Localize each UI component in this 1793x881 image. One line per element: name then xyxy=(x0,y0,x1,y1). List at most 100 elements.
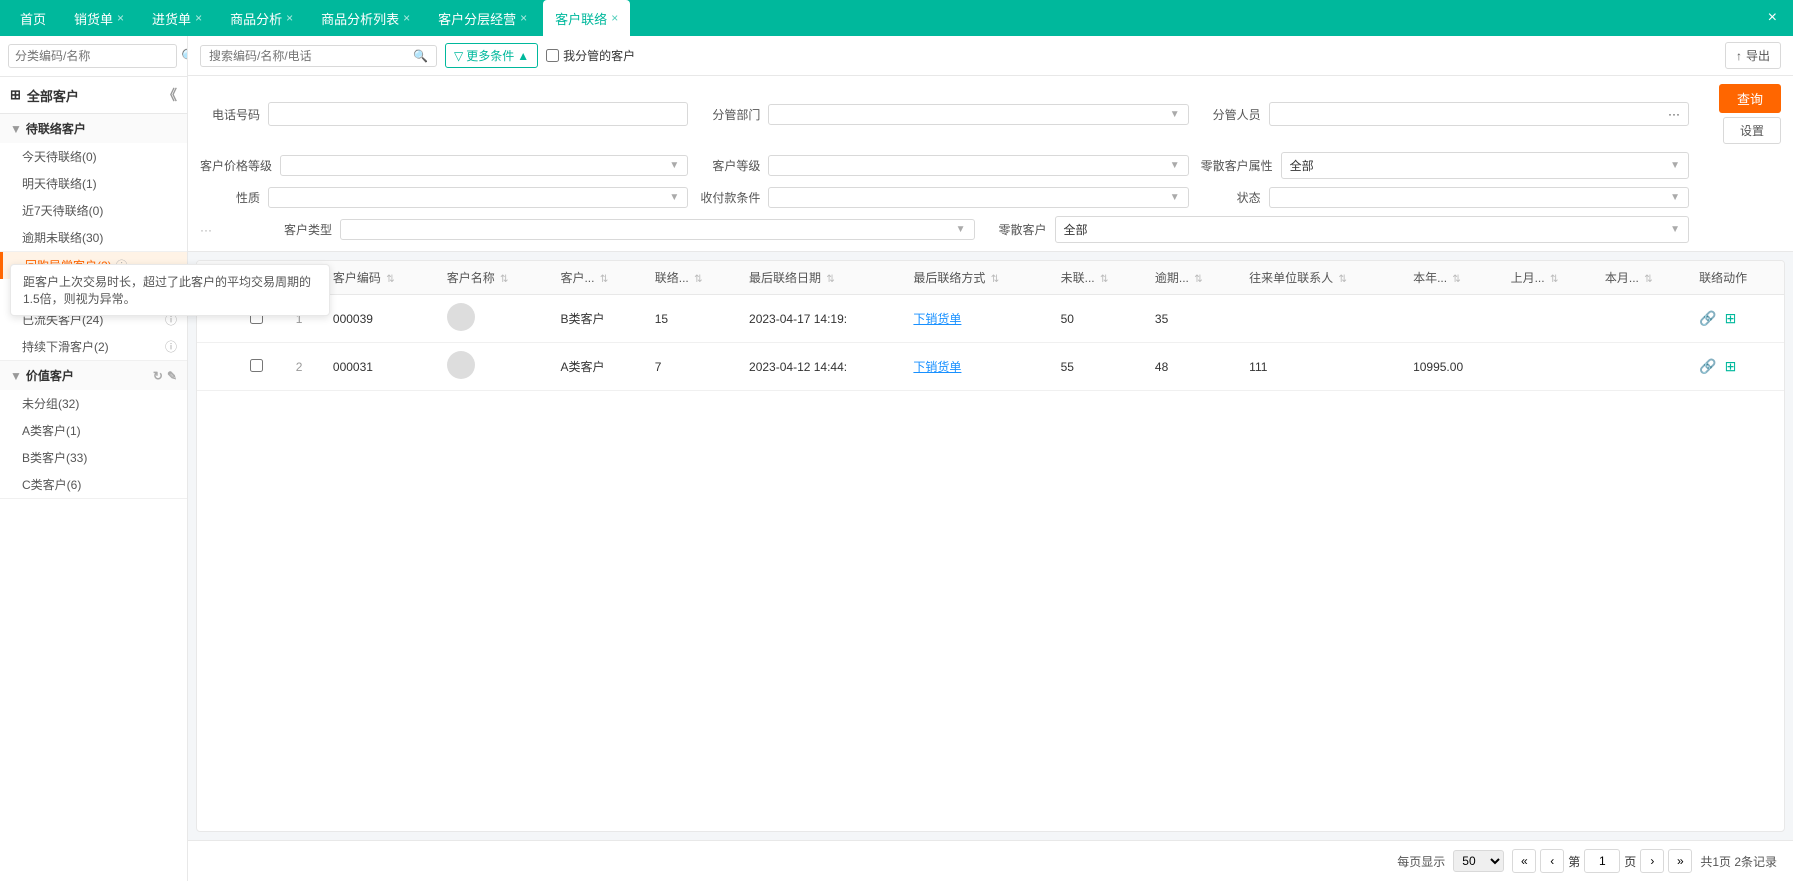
close-customer-segment[interactable]: × xyxy=(520,11,527,25)
last-date-sort-icon[interactable]: ⇅ xyxy=(826,274,834,285)
value-customer-group-header[interactable]: ▼ 价值客户 ↻ ✎ xyxy=(0,361,187,390)
collapse-sidebar-button[interactable]: 《 xyxy=(163,85,177,105)
arrow-down-icon-2: ▼ xyxy=(10,369,22,383)
price-level-select[interactable]: ▼ xyxy=(280,155,688,176)
no-contact-sort-icon[interactable]: ⇅ xyxy=(1100,274,1108,285)
refresh-icon[interactable]: ↻ xyxy=(153,369,163,383)
sidebar-item-overdue[interactable]: 逾期未联络(30) xyxy=(0,224,187,251)
sidebar-item-unclassified[interactable]: 未分组(32) xyxy=(0,390,187,417)
manager-select[interactable]: ··· xyxy=(1269,102,1689,126)
name-col-header[interactable]: 客户名称 ⇅ xyxy=(437,261,551,295)
sidebar-item-7days[interactable]: 近7天待联络(0) xyxy=(0,197,187,224)
last-month-col-header[interactable]: 上月... ⇅ xyxy=(1501,261,1595,295)
info-icon-4: ⓘ xyxy=(165,338,177,355)
pending-contact-group-header[interactable]: ▼ 待联络客户 xyxy=(0,114,187,143)
sidebar-item-today[interactable]: 今天待联络(0) xyxy=(0,143,187,170)
unit-contact-sort-icon[interactable]: ⇅ xyxy=(1339,274,1347,285)
filter-row-3: 性质 ▼ 收付款条件 ▼ xyxy=(200,187,1781,208)
first-page-button[interactable]: « xyxy=(1512,849,1536,873)
payment-select[interactable]: ▼ xyxy=(768,187,1188,208)
price-level-label: 客户价格等级 xyxy=(200,157,272,174)
sidebar-item-class-c[interactable]: C类客户(6) xyxy=(0,471,187,498)
row-checkbox[interactable] xyxy=(250,359,263,372)
prev-page-button[interactable]: ‹ xyxy=(1540,849,1564,873)
search-icon-main[interactable]: 🔍 xyxy=(413,49,428,63)
status-select[interactable]: ▼ xyxy=(1269,187,1689,208)
phone-input[interactable] xyxy=(268,102,688,126)
sidebar-item-tomorrow[interactable]: 明天待联络(1) xyxy=(0,170,187,197)
last-date-col-header[interactable]: 最后联络日期 ⇅ xyxy=(739,261,903,295)
code-sort-icon[interactable]: ⇅ xyxy=(386,274,394,285)
last-method-link[interactable]: 下销货单 xyxy=(913,360,961,374)
type-col-header[interactable]: 客户... ⇅ xyxy=(550,261,644,295)
dept-select[interactable]: ▼ xyxy=(768,104,1188,125)
row-name xyxy=(437,295,551,343)
sidebar-search-input[interactable] xyxy=(8,44,177,68)
no-contact-col-header[interactable]: 未联... ⇅ xyxy=(1051,261,1145,295)
overdue-col-header[interactable]: 逾期... ⇅ xyxy=(1145,261,1239,295)
last-method-sort-icon[interactable]: ⇅ xyxy=(991,274,999,285)
type-sort-icon[interactable]: ⇅ xyxy=(600,274,608,285)
page-size-select[interactable]: 50 10 20 100 xyxy=(1453,850,1504,872)
overdue-sort-icon[interactable]: ⇅ xyxy=(1194,274,1202,285)
nature-select[interactable]: ▼ xyxy=(268,187,688,208)
all-customers-label: 全部客户 xyxy=(27,86,79,105)
last-month-sort-icon[interactable]: ⇅ xyxy=(1550,274,1558,285)
sidebar-item-class-b[interactable]: B类客户(33) xyxy=(0,444,187,471)
close-product-analysis-list[interactable]: × xyxy=(403,11,410,25)
this-year-sort-icon[interactable]: ⇅ xyxy=(1452,274,1460,285)
this-month-col-header[interactable]: 本月... ⇅ xyxy=(1595,261,1689,295)
retail-customer-select[interactable]: 全部 ▼ xyxy=(1055,216,1690,243)
retail-attr-select[interactable]: 全部 ▼ xyxy=(1281,152,1689,179)
close-purchase-order[interactable]: × xyxy=(195,11,202,25)
code-col-header[interactable]: 客户编码 ⇅ xyxy=(323,261,437,295)
action-link-icon[interactable]: 🔗 xyxy=(1699,310,1716,327)
last-page-button[interactable]: » xyxy=(1668,849,1692,873)
action-grid-icon[interactable]: ⊞ xyxy=(1725,358,1737,375)
nav-product-analysis-list[interactable]: 商品分析列表 × xyxy=(309,0,422,36)
action-grid-icon[interactable]: ⊞ xyxy=(1725,310,1737,327)
this-month-sort-icon[interactable]: ⇅ xyxy=(1644,274,1652,285)
nature-arrow-icon: ▼ xyxy=(669,192,679,203)
customer-type-label: 客户类型 xyxy=(272,221,332,238)
sidebar-item-declining[interactable]: 持续下滑客户(2) ⓘ xyxy=(0,333,187,360)
edit-icon[interactable]: ✎ xyxy=(167,369,177,383)
query-button[interactable]: 查询 xyxy=(1719,84,1781,113)
this-year-col-header[interactable]: 本年... ⇅ xyxy=(1403,261,1501,295)
customer-level-select[interactable]: ▼ xyxy=(768,155,1188,176)
data-table-area: ⚙ 客户编码 ⇅ 客户名称 ⇅ 客户... ⇅ 联络... ⇅ 最后联络日期 ⇅… xyxy=(196,260,1785,832)
nav-customer-segment[interactable]: 客户分层经营 × xyxy=(426,0,539,36)
customer-type-select[interactable]: ▼ xyxy=(340,219,975,240)
nav-purchase-order[interactable]: 进货单 × xyxy=(140,0,214,36)
my-customers-checkbox[interactable] xyxy=(546,49,559,62)
close-all-button[interactable]: × xyxy=(1760,9,1785,27)
contact-sort-icon[interactable]: ⇅ xyxy=(694,274,702,285)
nav-sales-order[interactable]: 销货单 × xyxy=(62,0,136,36)
action-link-icon[interactable]: 🔗 xyxy=(1699,358,1716,375)
close-product-analysis[interactable]: × xyxy=(286,11,293,25)
last-method-col-header[interactable]: 最后联络方式 ⇅ xyxy=(903,261,1050,295)
next-page-button[interactable]: › xyxy=(1640,849,1664,873)
sidebar-item-class-a[interactable]: A类客户(1) xyxy=(0,417,187,444)
nav-product-analysis[interactable]: 商品分析 × xyxy=(218,0,305,36)
filter-row-2: 客户价格等级 ▼ 客户等级 ▼ xyxy=(200,152,1781,179)
more-conditions-button[interactable]: ▽ 更多条件 ▲ xyxy=(445,43,538,68)
sidebar-search-icon[interactable]: 🔍 xyxy=(181,48,188,65)
contact-col-header[interactable]: 联络... ⇅ xyxy=(645,261,739,295)
unit-contact-col-header[interactable]: 往来单位联系人 ⇅ xyxy=(1239,261,1403,295)
row-name xyxy=(437,343,551,391)
filter-retail-attr: 零散客户属性 全部 ▼ xyxy=(1201,152,1689,179)
close-sales-order[interactable]: × xyxy=(117,11,124,25)
page-input[interactable] xyxy=(1584,849,1620,873)
last-method-link[interactable]: 下销货单 xyxy=(913,312,961,326)
close-customer-contact[interactable]: × xyxy=(611,11,618,25)
nav-customer-contact[interactable]: 客户联络 × xyxy=(543,0,630,36)
nav-home[interactable]: 首页 xyxy=(8,0,58,36)
row-unit-contact xyxy=(1239,295,1403,343)
settings-button[interactable]: 设置 xyxy=(1723,117,1781,144)
export-button[interactable]: ↑ 导出 xyxy=(1725,42,1781,69)
search-input[interactable] xyxy=(209,49,409,63)
more-dots-icon[interactable]: ··· xyxy=(200,223,212,237)
name-sort-icon[interactable]: ⇅ xyxy=(500,274,508,285)
page-size-label: 每页显示 xyxy=(1397,853,1445,870)
